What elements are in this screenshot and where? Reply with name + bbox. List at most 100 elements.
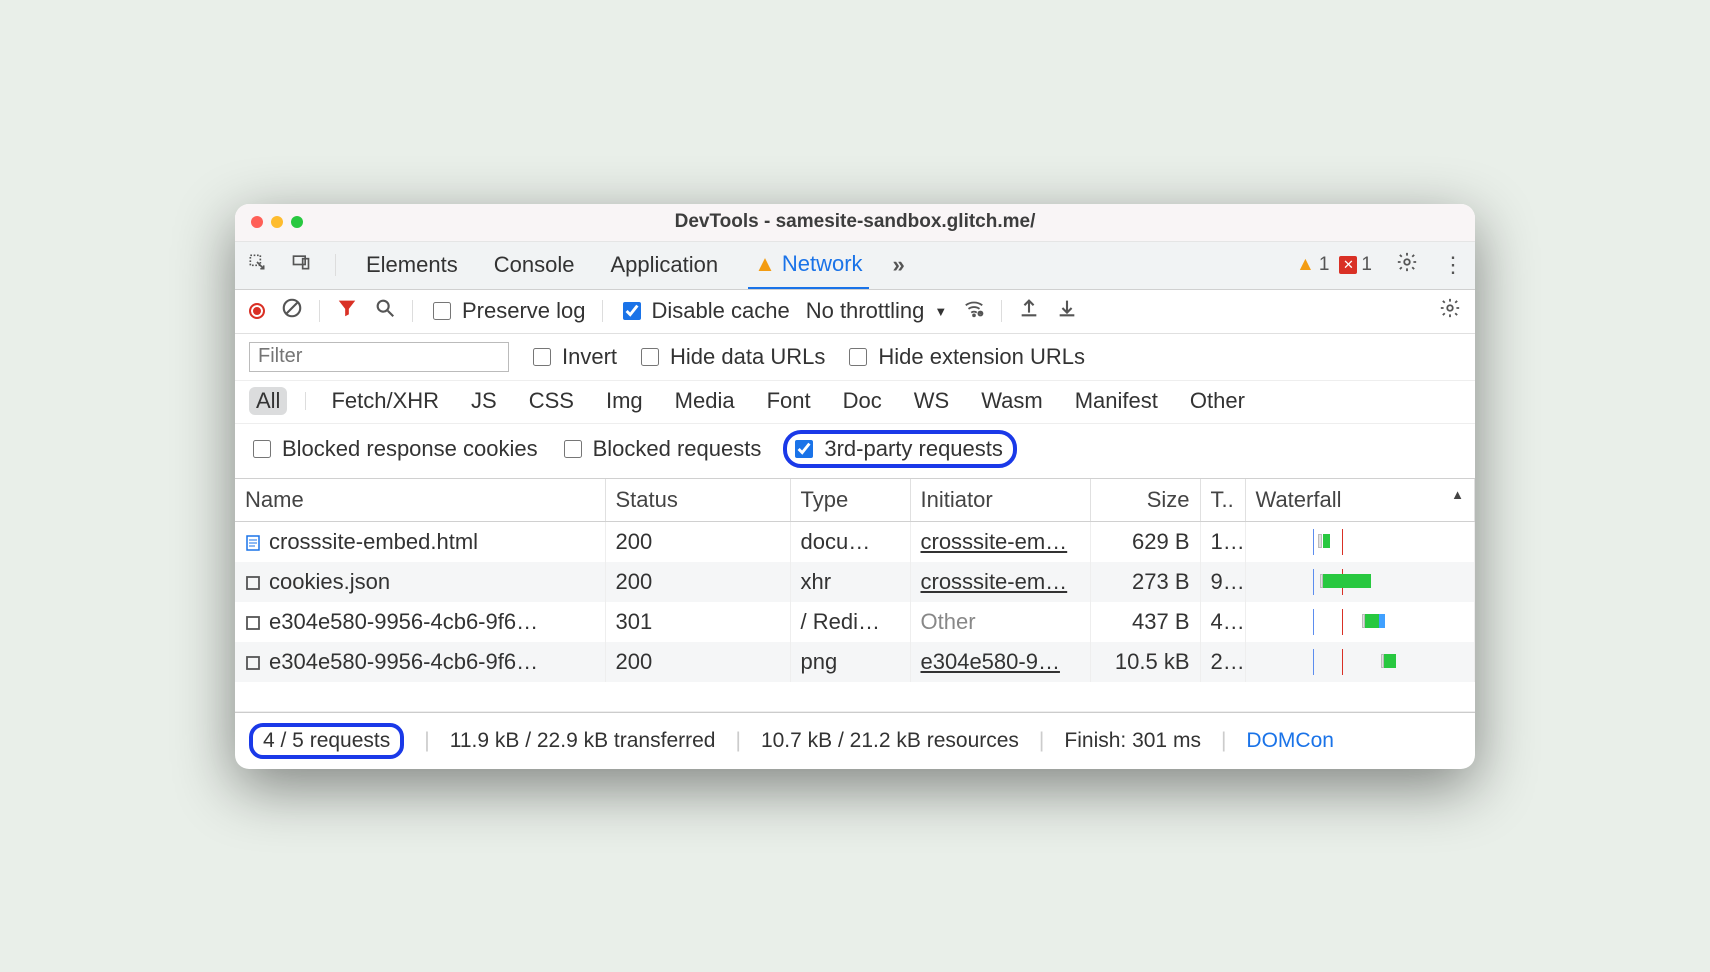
tab-network[interactable]: ▲ Network — [748, 242, 868, 289]
status-badges: ▲1 ✕1 — [1296, 254, 1372, 276]
cell-name: crosssite-embed.html — [235, 521, 605, 562]
tab-application[interactable]: Application — [604, 242, 724, 289]
blocked-requests-checkbox[interactable]: Blocked requests — [560, 436, 762, 462]
requests-count-highlight: 4 / 5 requests — [249, 723, 404, 759]
blocked-cookies-checkbox[interactable]: Blocked response cookies — [249, 436, 538, 462]
kebab-menu-icon[interactable]: ⋮ — [1442, 252, 1463, 278]
type-img[interactable]: Img — [599, 387, 650, 415]
request-row[interactable]: crosssite-embed.html200docu…crosssite-em… — [235, 521, 1475, 562]
titlebar: DevTools - samesite-sandbox.glitch.me/ — [235, 204, 1475, 242]
type-wasm[interactable]: Wasm — [974, 387, 1050, 415]
cell-size: 629 B — [1090, 521, 1200, 562]
extra-filters: Blocked response cookies Blocked request… — [235, 424, 1475, 479]
device-toggle-icon[interactable] — [291, 252, 311, 278]
type-font[interactable]: Font — [760, 387, 818, 415]
minimize-window-button[interactable] — [271, 216, 283, 228]
throttling-select[interactable]: No throttling ▼ — [806, 298, 948, 324]
close-window-button[interactable] — [251, 216, 263, 228]
tab-elements[interactable]: Elements — [360, 242, 464, 289]
cell-name: e304e580-9956-4cb6-9f6… — [235, 602, 605, 642]
cell-waterfall — [1245, 521, 1475, 562]
cell-time: 1.. — [1200, 521, 1245, 562]
more-tabs-icon[interactable]: » — [893, 252, 905, 278]
invert-checkbox[interactable]: Invert — [529, 344, 617, 370]
traffic-lights — [251, 216, 303, 228]
disable-cache-checkbox[interactable]: Disable cache — [619, 298, 790, 324]
divider — [335, 254, 336, 276]
cell-initiator[interactable]: crosssite-em… — [910, 562, 1090, 602]
cell-waterfall — [1245, 642, 1475, 682]
hide-extension-urls-checkbox[interactable]: Hide extension URLs — [845, 344, 1085, 370]
file-icon — [245, 575, 261, 591]
errors-badge[interactable]: ✕1 — [1339, 254, 1372, 276]
window-title: DevTools - samesite-sandbox.glitch.me/ — [675, 211, 1036, 233]
type-manifest[interactable]: Manifest — [1068, 387, 1165, 415]
type-doc[interactable]: Doc — [836, 387, 889, 415]
type-fetch[interactable]: Fetch/XHR — [324, 387, 446, 415]
devtools-window: DevTools - samesite-sandbox.glitch.me/ E… — [235, 204, 1475, 769]
upload-har-icon[interactable] — [1018, 297, 1040, 325]
preserve-log-checkbox[interactable]: Preserve log — [429, 298, 586, 324]
cell-initiator[interactable]: crosssite-em… — [910, 521, 1090, 562]
type-other[interactable]: Other — [1183, 387, 1252, 415]
network-conditions-icon[interactable] — [963, 297, 985, 325]
record-button[interactable] — [249, 303, 265, 319]
request-type-filter: All Fetch/XHR JS CSS Img Media Font Doc … — [235, 381, 1475, 424]
chevron-down-icon: ▼ — [934, 304, 947, 319]
col-name[interactable]: Name — [235, 479, 605, 522]
devtools-tabs: Elements Console Application ▲ Network »… — [235, 242, 1475, 290]
download-har-icon[interactable] — [1056, 297, 1078, 325]
col-waterfall[interactable]: Waterfall ▲ — [1245, 479, 1475, 522]
tab-console[interactable]: Console — [488, 242, 581, 289]
type-all[interactable]: All — [249, 387, 287, 415]
request-row[interactable]: cookies.json200xhrcrosssite-em…273 B9.. — [235, 562, 1475, 602]
cell-status: 200 — [605, 562, 790, 602]
file-icon — [245, 655, 261, 671]
inspect-icon[interactable] — [247, 252, 267, 278]
cell-type: docu… — [790, 521, 910, 562]
third-party-checkbox[interactable]: 3rd-party requests — [791, 436, 1003, 462]
col-size[interactable]: Size — [1090, 479, 1200, 522]
cell-waterfall — [1245, 602, 1475, 642]
file-icon — [245, 535, 261, 551]
type-css[interactable]: CSS — [522, 387, 581, 415]
settings-icon[interactable] — [1396, 251, 1418, 279]
cell-status: 200 — [605, 642, 790, 682]
clear-button[interactable] — [281, 297, 303, 325]
filter-row: Invert Hide data URLs Hide extension URL… — [235, 334, 1475, 381]
cell-name: e304e580-9956-4cb6-9f6… — [235, 642, 605, 682]
cell-type: png — [790, 642, 910, 682]
filter-icon[interactable] — [336, 297, 358, 325]
cell-waterfall — [1245, 562, 1475, 602]
third-party-highlight: 3rd-party requests — [783, 430, 1017, 468]
type-ws[interactable]: WS — [907, 387, 956, 415]
file-icon — [245, 615, 261, 631]
type-media[interactable]: Media — [668, 387, 742, 415]
network-settings-icon[interactable] — [1439, 297, 1461, 325]
type-js[interactable]: JS — [464, 387, 504, 415]
cell-initiator[interactable]: Other — [910, 602, 1090, 642]
col-time[interactable]: T.. — [1200, 479, 1245, 522]
cell-initiator[interactable]: e304e580-9… — [910, 642, 1090, 682]
col-initiator[interactable]: Initiator — [910, 479, 1090, 522]
filter-input[interactable] — [249, 342, 509, 372]
cell-size: 273 B — [1090, 562, 1200, 602]
status-bar: 4 / 5 requests | 11.9 kB / 22.9 kB trans… — [235, 712, 1475, 769]
cell-name: cookies.json — [235, 562, 605, 602]
search-icon[interactable] — [374, 297, 396, 325]
finish-label: Finish: 301 ms — [1064, 729, 1201, 753]
col-type[interactable]: Type — [790, 479, 910, 522]
cell-time: 2.. — [1200, 642, 1245, 682]
requests-table: Name Status Type Initiator Size T.. Wate… — [235, 479, 1475, 682]
cell-size: 437 B — [1090, 602, 1200, 642]
hide-data-urls-checkbox[interactable]: Hide data URLs — [637, 344, 825, 370]
cell-time: 9.. — [1200, 562, 1245, 602]
request-row[interactable]: e304e580-9956-4cb6-9f6…200pnge304e580-9…… — [235, 642, 1475, 682]
warnings-badge[interactable]: ▲1 — [1296, 254, 1329, 276]
cell-status: 200 — [605, 521, 790, 562]
resources-label: 10.7 kB / 21.2 kB resources — [761, 729, 1019, 753]
request-row[interactable]: e304e580-9956-4cb6-9f6…301/ Redi…Other43… — [235, 602, 1475, 642]
col-status[interactable]: Status — [605, 479, 790, 522]
cell-type: xhr — [790, 562, 910, 602]
zoom-window-button[interactable] — [291, 216, 303, 228]
